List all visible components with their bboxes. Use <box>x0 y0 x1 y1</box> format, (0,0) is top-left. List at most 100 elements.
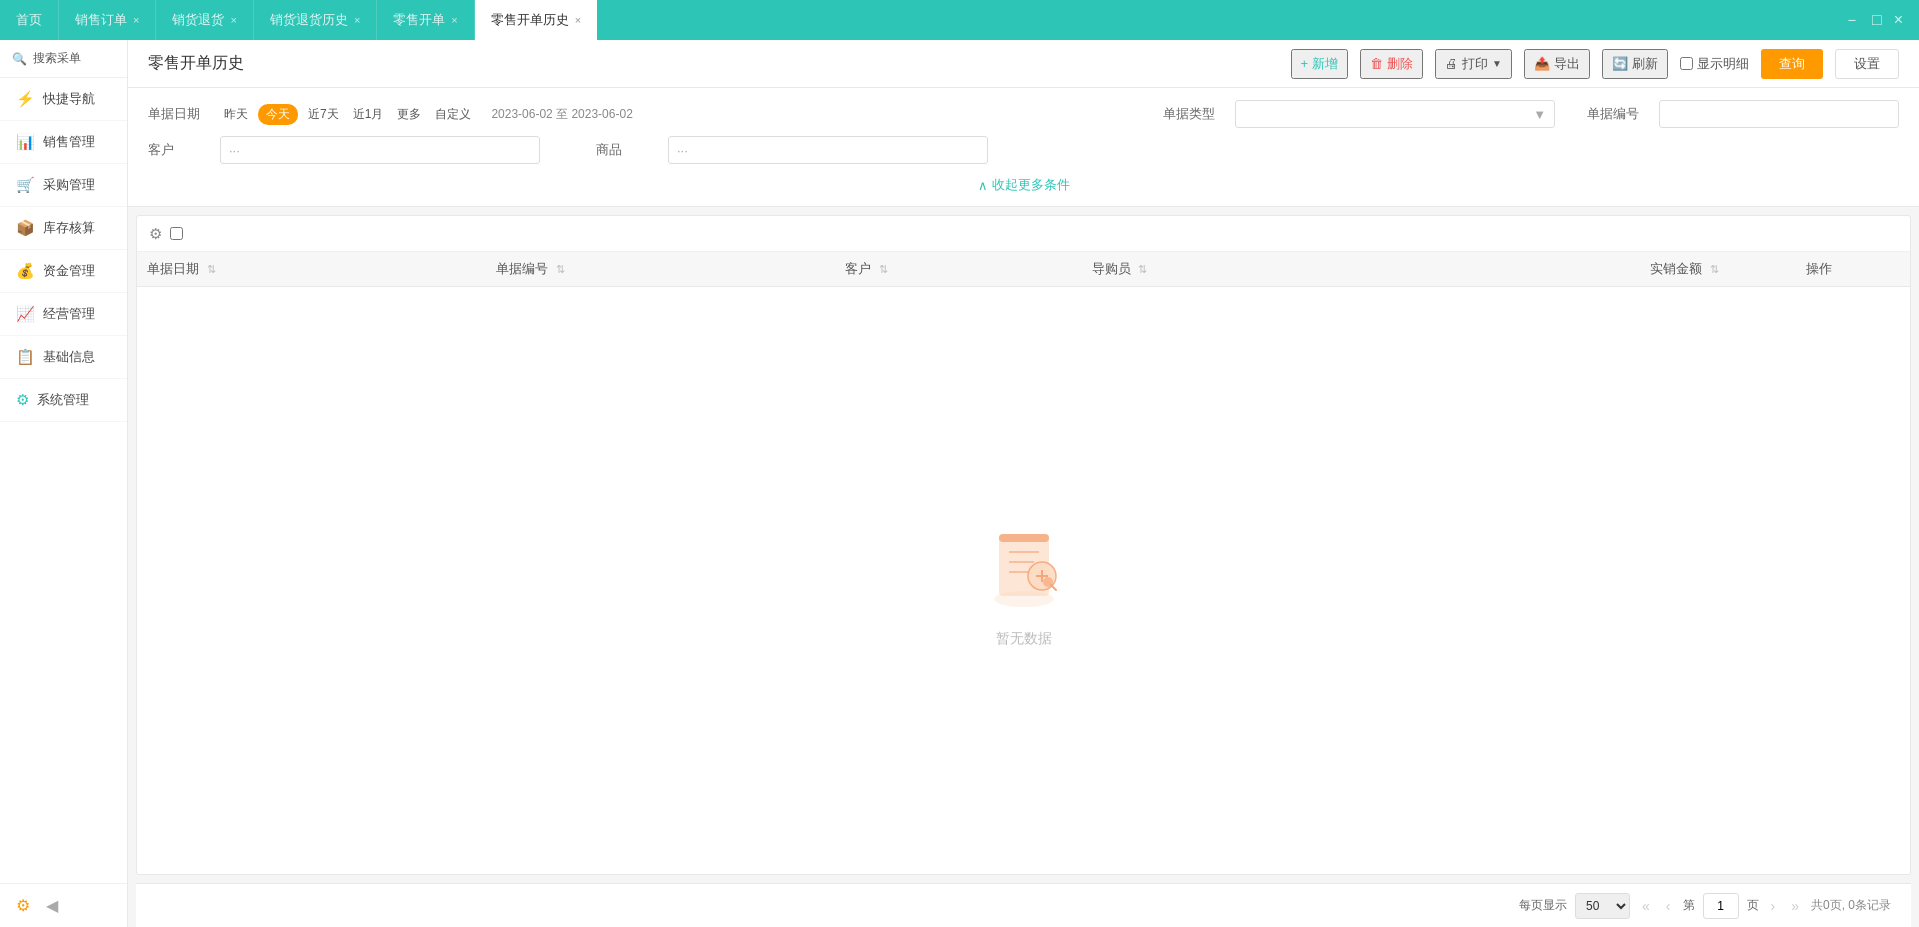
show-detail-checkbox-label[interactable]: 显示明细 <box>1680 55 1749 73</box>
close-button[interactable]: × <box>1894 11 1903 29</box>
tab-home[interactable]: 首页 <box>0 0 59 40</box>
select-all-checkbox[interactable] <box>170 227 183 240</box>
col-action: 操作 <box>1729 252 1910 287</box>
col-date[interactable]: 单据日期 ⇅ <box>137 252 486 287</box>
collapse-filter-btn[interactable]: ∧ 收起更多条件 <box>148 172 1899 198</box>
bill-no-filter-label: 单据编号 <box>1587 105 1643 123</box>
table-container: ⚙ 单据日期 ⇅ 单据编号 ⇅ 客户 <box>136 215 1911 875</box>
date-opt-yesterday[interactable]: 昨天 <box>220 104 252 125</box>
add-label: 新增 <box>1312 55 1338 73</box>
main-layout: 🔍 搜索采单 ⚡ 快捷导航 📊 销售管理 🛒 采购管理 📦 库存核算 💰 资金管… <box>0 40 1919 927</box>
date-opt-custom[interactable]: 自定义 <box>431 104 475 125</box>
sidebar-item-inventory[interactable]: 📦 库存核算 <box>0 207 127 250</box>
print-button[interactable]: 🖨 打印 ▼ <box>1435 49 1512 79</box>
quick-nav-icon: ⚡ <box>16 90 35 108</box>
sidebar-item-quick-nav-label: 快捷导航 <box>43 90 95 108</box>
total-info: 共0页, 0条记录 <box>1811 897 1891 914</box>
tab-retail-open-history-close[interactable]: × <box>575 14 581 26</box>
prev-page-button[interactable]: ‹ <box>1662 896 1675 916</box>
tab-retail-open-close[interactable]: × <box>451 14 457 26</box>
next-page-button[interactable]: › <box>1767 896 1780 916</box>
date-options: 昨天 今天 近7天 近1月 更多 自定义 <box>220 104 475 125</box>
tab-sales-return-close[interactable]: × <box>230 14 236 26</box>
sidebar-item-purchase-mgmt[interactable]: 🛒 采购管理 <box>0 164 127 207</box>
tab-retail-open[interactable]: 零售开单 × <box>377 0 474 40</box>
tab-sales-order[interactable]: 销售订单 × <box>59 0 156 40</box>
sidebar-item-base-info[interactable]: 📋 基础信息 <box>0 336 127 379</box>
bill-type-filter-label: 单据类型 <box>1163 105 1219 123</box>
goods-dots: ··· <box>677 143 688 158</box>
current-page-input[interactable] <box>1703 893 1739 919</box>
date-opt-last1m[interactable]: 近1月 <box>349 104 388 125</box>
minimize-button[interactable]: － <box>1844 10 1860 31</box>
settings-button[interactable]: 设置 <box>1835 49 1899 79</box>
inventory-icon: 📦 <box>16 219 35 237</box>
col-action-label: 操作 <box>1806 261 1832 276</box>
date-opt-last7[interactable]: 近7天 <box>304 104 343 125</box>
empty-area: 暂无数据 <box>137 287 1910 874</box>
tab-sales-return-history-label: 销货退货历史 <box>270 11 348 29</box>
delete-button[interactable]: 🗑 删除 <box>1360 49 1423 79</box>
first-page-button[interactable]: « <box>1638 896 1654 916</box>
sidebar-search[interactable]: 🔍 搜索采单 <box>0 40 127 78</box>
column-settings-icon[interactable]: ⚙ <box>149 225 162 243</box>
sidebar-item-sales-mgmt[interactable]: 📊 销售管理 <box>0 121 127 164</box>
date-opt-more[interactable]: 更多 <box>393 104 425 125</box>
table-toolbar: ⚙ <box>137 216 1910 252</box>
sidebar-item-quick-nav[interactable]: ⚡ 快捷导航 <box>0 78 127 121</box>
collapse-sidebar-icon[interactable]: ◀ <box>46 896 58 915</box>
header-actions: + 新增 🗑 删除 🖨 打印 ▼ 📤 导出 🔄 <box>1291 49 1900 79</box>
sidebar-item-operation[interactable]: 📈 经营管理 <box>0 293 127 336</box>
bill-type-select[interactable]: ▼ <box>1235 100 1555 128</box>
tab-sales-return-history[interactable]: 销货退货历史 × <box>254 0 377 40</box>
col-no[interactable]: 单据编号 ⇅ <box>486 252 835 287</box>
last-page-button[interactable]: » <box>1787 896 1803 916</box>
page-title: 零售开单历史 <box>148 53 244 74</box>
col-guide-label: 导购员 <box>1092 261 1131 276</box>
col-date-label: 单据日期 <box>147 261 199 276</box>
search-icon: 🔍 <box>12 52 27 66</box>
settings-gear-icon[interactable]: ⚙ <box>16 896 30 915</box>
col-guide[interactable]: 导购员 ⇅ <box>1082 252 1380 287</box>
goods-input[interactable]: ··· <box>668 136 988 164</box>
sidebar-item-inventory-label: 库存核算 <box>43 219 95 237</box>
col-customer-sort-icon: ⇅ <box>879 263 888 275</box>
sys-mgmt-icon: ⚙ <box>16 391 29 409</box>
tab-retail-open-label: 零售开单 <box>393 11 445 29</box>
tab-sales-return[interactable]: 销货退货 × <box>156 0 253 40</box>
col-customer[interactable]: 客户 ⇅ <box>835 252 1082 287</box>
col-no-label: 单据编号 <box>496 261 548 276</box>
bill-no-input[interactable] <box>1659 100 1899 128</box>
sidebar-item-base-info-label: 基础信息 <box>43 348 95 366</box>
show-detail-label: 显示明细 <box>1697 55 1749 73</box>
col-customer-label: 客户 <box>845 261 871 276</box>
add-button[interactable]: + 新增 <box>1291 49 1349 79</box>
top-tabbar: 首页 销售订单 × 销货退货 × 销货退货历史 × 零售开单 × 零售开单历史 … <box>0 0 1919 40</box>
date-opt-today[interactable]: 今天 <box>258 104 298 125</box>
customer-input[interactable]: ··· <box>220 136 540 164</box>
col-amount[interactable]: 实销金额 ⇅ <box>1380 252 1729 287</box>
export-button[interactable]: 📤 导出 <box>1524 49 1590 79</box>
sidebar-item-sys-mgmt[interactable]: ⚙ 系统管理 <box>0 379 127 422</box>
show-detail-checkbox[interactable] <box>1680 57 1693 70</box>
query-button[interactable]: 查询 <box>1761 49 1823 79</box>
sidebar-item-sales-mgmt-label: 销售管理 <box>43 133 95 151</box>
bill-type-arrow-icon: ▼ <box>1533 107 1546 122</box>
collapse-arrow-icon: ∧ <box>978 178 988 193</box>
tab-retail-open-history[interactable]: 零售开单历史 × <box>475 0 597 40</box>
sidebar: 🔍 搜索采单 ⚡ 快捷导航 📊 销售管理 🛒 采购管理 📦 库存核算 💰 资金管… <box>0 40 128 927</box>
goods-filter-label: 商品 <box>596 141 652 159</box>
tab-sales-return-history-close[interactable]: × <box>354 14 360 26</box>
col-guide-sort-icon: ⇅ <box>1138 263 1147 275</box>
operation-icon: 📈 <box>16 305 35 323</box>
page-word: 第 <box>1683 897 1695 914</box>
date-filter-label: 单据日期 <box>148 105 204 123</box>
per-page-select[interactable]: 50 10 20 100 <box>1575 893 1630 919</box>
maximize-button[interactable]: □ <box>1872 11 1882 29</box>
sidebar-item-finance[interactable]: 💰 资金管理 <box>0 250 127 293</box>
pagination-bar: 每页显示 50 10 20 100 « ‹ 第 页 › » 共0页, 0条记录 <box>136 883 1911 927</box>
refresh-button[interactable]: 🔄 刷新 <box>1602 49 1668 79</box>
tab-retail-open-history-label: 零售开单历史 <box>491 11 569 29</box>
tab-sales-order-close[interactable]: × <box>133 14 139 26</box>
refresh-label: 刷新 <box>1632 55 1658 73</box>
